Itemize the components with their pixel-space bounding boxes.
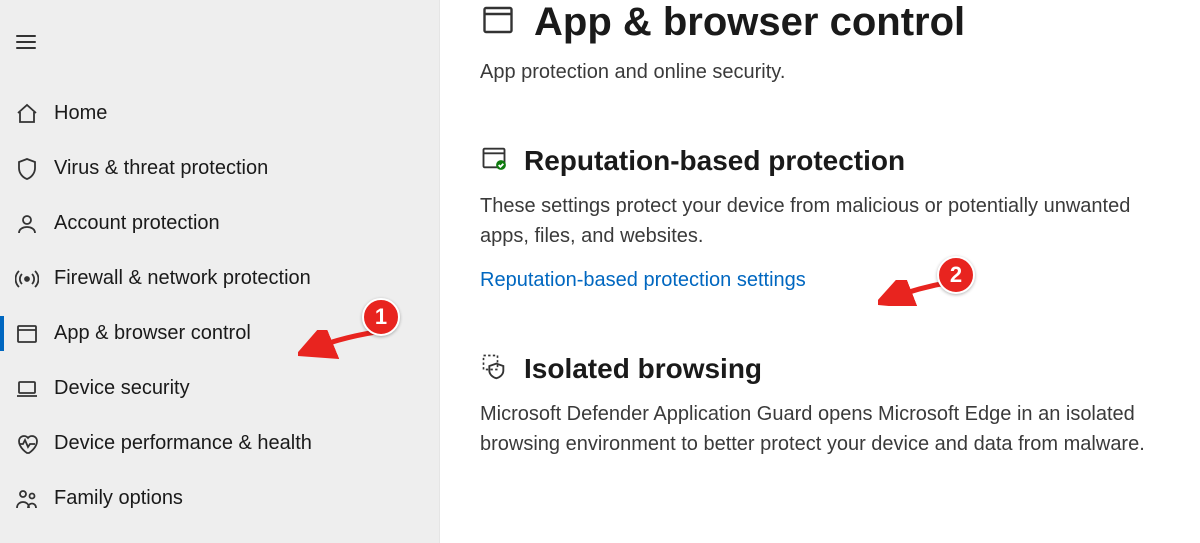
- section-body: These settings protect your device from …: [480, 191, 1170, 251]
- section-title-row: Isolated browsing: [480, 352, 1170, 385]
- account-icon: [14, 211, 40, 237]
- section-reputation: Reputation-based protection These settin…: [480, 144, 1170, 292]
- nav-label: Device security: [54, 377, 190, 400]
- nav-account-protection[interactable]: Account protection: [0, 196, 439, 251]
- page-title: App & browser control: [534, 0, 965, 45]
- nav-virus-threat[interactable]: Virus & threat protection: [0, 141, 439, 196]
- nav-firewall[interactable]: Firewall & network protection: [0, 251, 439, 306]
- nav-device-performance[interactable]: Device performance & health: [0, 416, 439, 471]
- nav-family-options[interactable]: Family options: [0, 471, 439, 526]
- laptop-icon: [14, 376, 40, 402]
- annotation-badge-1: 1: [362, 298, 400, 336]
- page-subtitle: App protection and online security.: [480, 61, 1170, 84]
- nav-label: Device performance & health: [54, 432, 312, 455]
- nav-label: Virus & threat protection: [54, 157, 268, 180]
- sidebar: Home Virus & threat protection Account p…: [0, 0, 440, 543]
- nav-label: Account protection: [54, 212, 220, 235]
- heart-icon: [14, 431, 40, 457]
- isolated-browsing-icon: [480, 352, 508, 385]
- nav-home[interactable]: Home: [0, 86, 439, 141]
- nav-label: App & browser control: [54, 322, 251, 345]
- main-content: App & browser control App protection and…: [440, 0, 1200, 543]
- nav-label: Family options: [54, 487, 183, 510]
- page-title-row: App & browser control: [480, 0, 1170, 45]
- section-title-row: Reputation-based protection: [480, 144, 1170, 177]
- nav-device-security[interactable]: Device security: [0, 361, 439, 416]
- antenna-icon: [14, 266, 40, 292]
- nav-label: Home: [54, 102, 107, 125]
- window-icon: [480, 2, 516, 43]
- reputation-settings-link[interactable]: Reputation-based protection settings: [480, 269, 806, 292]
- section-title: Isolated browsing: [524, 353, 762, 385]
- reputation-icon: [480, 144, 508, 177]
- annotation-badge-2: 2: [937, 256, 975, 294]
- home-icon: [14, 101, 40, 127]
- section-isolated: Isolated browsing Microsoft Defender App…: [480, 352, 1170, 459]
- window-icon: [14, 321, 40, 347]
- nav-label: Firewall & network protection: [54, 267, 311, 290]
- family-icon: [14, 486, 40, 512]
- shield-icon: [14, 156, 40, 182]
- section-body: Microsoft Defender Application Guard ope…: [480, 399, 1170, 459]
- annotation-arrow-1: [298, 330, 378, 360]
- hamburger-icon: [14, 30, 38, 54]
- section-title: Reputation-based protection: [524, 145, 905, 177]
- hamburger-menu[interactable]: [0, 0, 439, 72]
